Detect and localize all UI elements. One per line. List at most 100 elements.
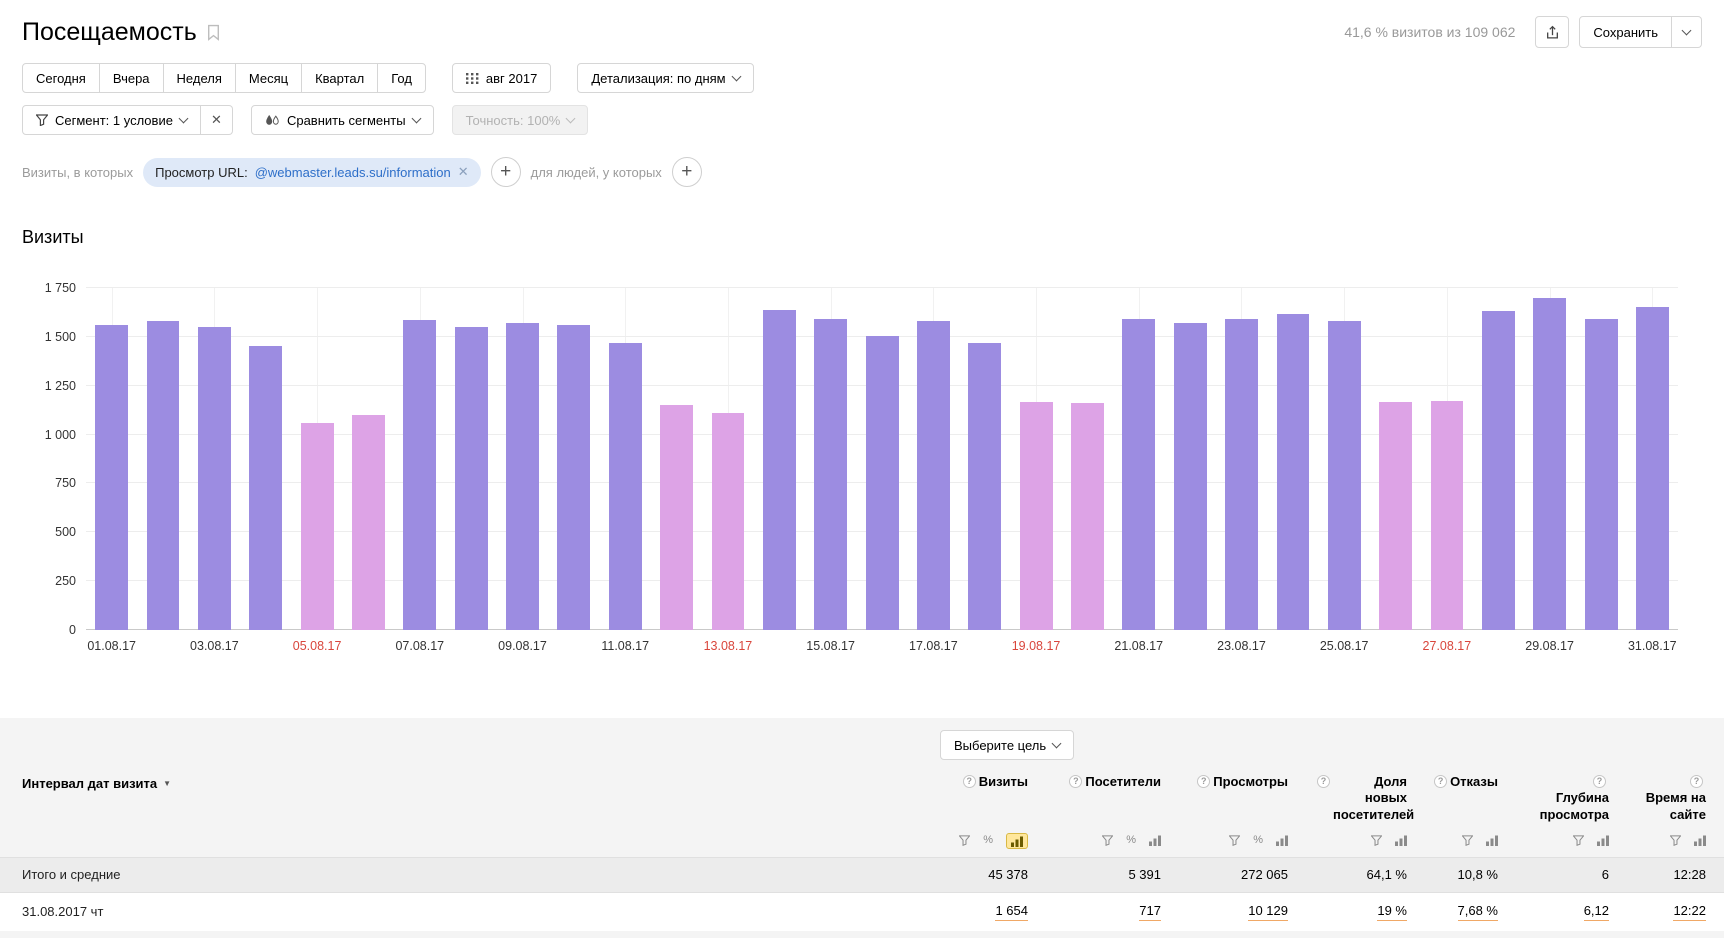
bar-12.08.17[interactable] <box>660 405 694 630</box>
column-header-0[interactable]: ? Визиты <box>908 774 1028 823</box>
cell-value[interactable]: 6,12 <box>1583 903 1609 921</box>
bar-24.08.17[interactable] <box>1276 314 1310 630</box>
cell-value[interactable]: 12:22 <box>1673 903 1706 921</box>
filter-icon[interactable] <box>1573 835 1584 847</box>
bar-chart-icon[interactable] <box>1276 835 1288 847</box>
help-icon[interactable]: ? <box>1197 775 1211 788</box>
column-header-3[interactable]: ? Доля новых посетителей <box>1288 774 1414 823</box>
accuracy-button[interactable]: Точность: 100% <box>451 105 589 135</box>
bar-26.08.17[interactable] <box>1379 402 1413 630</box>
bar-15.08.17[interactable] <box>814 319 848 630</box>
bar-chart-icon[interactable] <box>1486 835 1498 847</box>
save-button[interactable]: Сохранить <box>1579 16 1672 48</box>
bar-05.08.17[interactable] <box>300 422 334 630</box>
bookmark-icon[interactable] <box>207 24 220 41</box>
period-button-3[interactable]: Месяц <box>234 63 303 93</box>
help-icon[interactable]: ? <box>962 775 976 788</box>
save-options-button[interactable] <box>1672 16 1702 48</box>
bar-18.08.17[interactable] <box>968 342 1002 630</box>
export-button[interactable] <box>1535 16 1570 48</box>
bar-28.08.17[interactable] <box>1481 311 1515 630</box>
percent-icon[interactable]: % <box>1253 835 1263 846</box>
bar-chart-icon[interactable] <box>1149 835 1161 847</box>
bar-31.08.17[interactable] <box>1636 306 1669 630</box>
bar-chart-icon[interactable] <box>1694 835 1706 847</box>
filter-icon[interactable] <box>959 835 971 847</box>
help-icon[interactable]: ? <box>1434 775 1448 788</box>
percent-icon[interactable]: % <box>983 835 993 846</box>
bar-20.08.17[interactable] <box>1071 403 1104 630</box>
bar-03.08.17[interactable] <box>197 327 231 630</box>
bar-11.08.17[interactable] <box>608 342 642 630</box>
bar-27.08.17[interactable] <box>1430 401 1464 630</box>
help-icon[interactable]: ? <box>1317 775 1330 788</box>
period-button-5[interactable]: Год <box>377 63 426 93</box>
bar-08.08.17[interactable] <box>454 327 488 630</box>
bar-16.08.17[interactable] <box>865 335 899 630</box>
segment-button[interactable]: Сегмент: 1 условие <box>22 105 201 135</box>
bar-30.08.17[interactable] <box>1584 319 1618 630</box>
x-axis-label: 11.08.17 <box>601 639 650 653</box>
cell-value[interactable]: 10 129 <box>1248 903 1288 921</box>
cell-value[interactable]: 19 % <box>1377 903 1407 921</box>
chip-url-link[interactable]: @webmaster.leads.su/information <box>255 165 451 180</box>
column-header-2[interactable]: ? Просмотры <box>1161 774 1288 823</box>
cell-value[interactable]: 1 654 <box>995 903 1028 921</box>
period-button-1[interactable]: Вчера <box>98 63 164 93</box>
filter-icon[interactable] <box>1670 835 1681 847</box>
filter-icon[interactable] <box>1229 835 1241 847</box>
compare-segments-button[interactable]: Сравнить сегменты <box>250 105 434 135</box>
bar-19.08.17[interactable] <box>1019 402 1053 630</box>
filter-icon[interactable] <box>1462 835 1473 847</box>
bar-01.08.17[interactable] <box>95 325 129 630</box>
detail-button[interactable]: Детализация: по дням <box>577 63 754 93</box>
period-button-0[interactable]: Сегодня <box>22 63 100 93</box>
bar-13.08.17[interactable] <box>711 413 745 630</box>
bar-07.08.17[interactable] <box>403 320 437 630</box>
droplets-icon <box>266 114 279 125</box>
row-label[interactable]: 31.08.2017 чт <box>22 904 908 919</box>
cell-value: 272 065 <box>1241 867 1288 883</box>
period-button-2[interactable]: Неделя <box>162 63 236 93</box>
bar-10.08.17[interactable] <box>557 325 591 630</box>
bar-chart-icon[interactable] <box>1597 835 1609 847</box>
column-header-4[interactable]: ? Отказы <box>1407 774 1498 823</box>
chip-close-icon[interactable]: ✕ <box>458 164 469 180</box>
choose-goal-button[interactable]: Выберите цель <box>940 730 1075 760</box>
segment-clear-button[interactable]: ✕ <box>200 105 233 135</box>
share-icon <box>1546 25 1558 38</box>
cell-value[interactable]: 7,68 % <box>1457 903 1498 921</box>
help-icon[interactable]: ? <box>1069 775 1083 788</box>
column-header-6[interactable]: ? Время на сайте <box>1609 774 1706 823</box>
help-icon[interactable]: ? <box>1593 775 1606 788</box>
add-people-condition-button[interactable]: + <box>671 157 702 187</box>
bar-23.08.17[interactable] <box>1225 319 1259 630</box>
add-visit-condition-button[interactable]: + <box>490 157 521 187</box>
bar-14.08.17[interactable] <box>762 309 796 630</box>
bar-chart-icon[interactable] <box>1395 835 1407 847</box>
filter-icon[interactable] <box>1102 835 1114 847</box>
bar-06.08.17[interactable] <box>352 415 385 630</box>
help-icon[interactable]: ? <box>1690 775 1703 788</box>
cell-value: 45 378 <box>988 867 1028 883</box>
percent-icon[interactable]: % <box>1126 835 1136 846</box>
row-header[interactable]: Интервал дат визита ▼ <box>22 774 908 791</box>
bar-22.08.17[interactable] <box>1173 323 1207 630</box>
table-icon-cols: %%% <box>908 832 1706 849</box>
cell-value[interactable]: 717 <box>1139 903 1161 921</box>
column-header-1[interactable]: ? Посетители <box>1028 774 1161 823</box>
bar-29.08.17[interactable] <box>1533 297 1567 630</box>
column-header-5[interactable]: ? Глубина просмотра <box>1498 774 1609 823</box>
period-button-4[interactable]: Квартал <box>301 63 379 93</box>
bar-chart-icon[interactable] <box>1011 836 1023 847</box>
bar-04.08.17[interactable] <box>249 345 283 630</box>
bar-21.08.17[interactable] <box>1122 319 1156 630</box>
filter-icon[interactable] <box>1371 835 1382 847</box>
bar-17.08.17[interactable] <box>917 321 950 630</box>
bar-25.08.17[interactable] <box>1327 321 1361 630</box>
date-range-button[interactable]: авг 2017 <box>451 63 552 93</box>
url-filter-chip[interactable]: Просмотр URL: @webmaster.leads.su/inform… <box>143 157 481 187</box>
active-chart-icon[interactable] <box>1006 832 1028 849</box>
bar-09.08.17[interactable] <box>506 323 539 630</box>
bar-02.08.17[interactable] <box>146 321 180 630</box>
